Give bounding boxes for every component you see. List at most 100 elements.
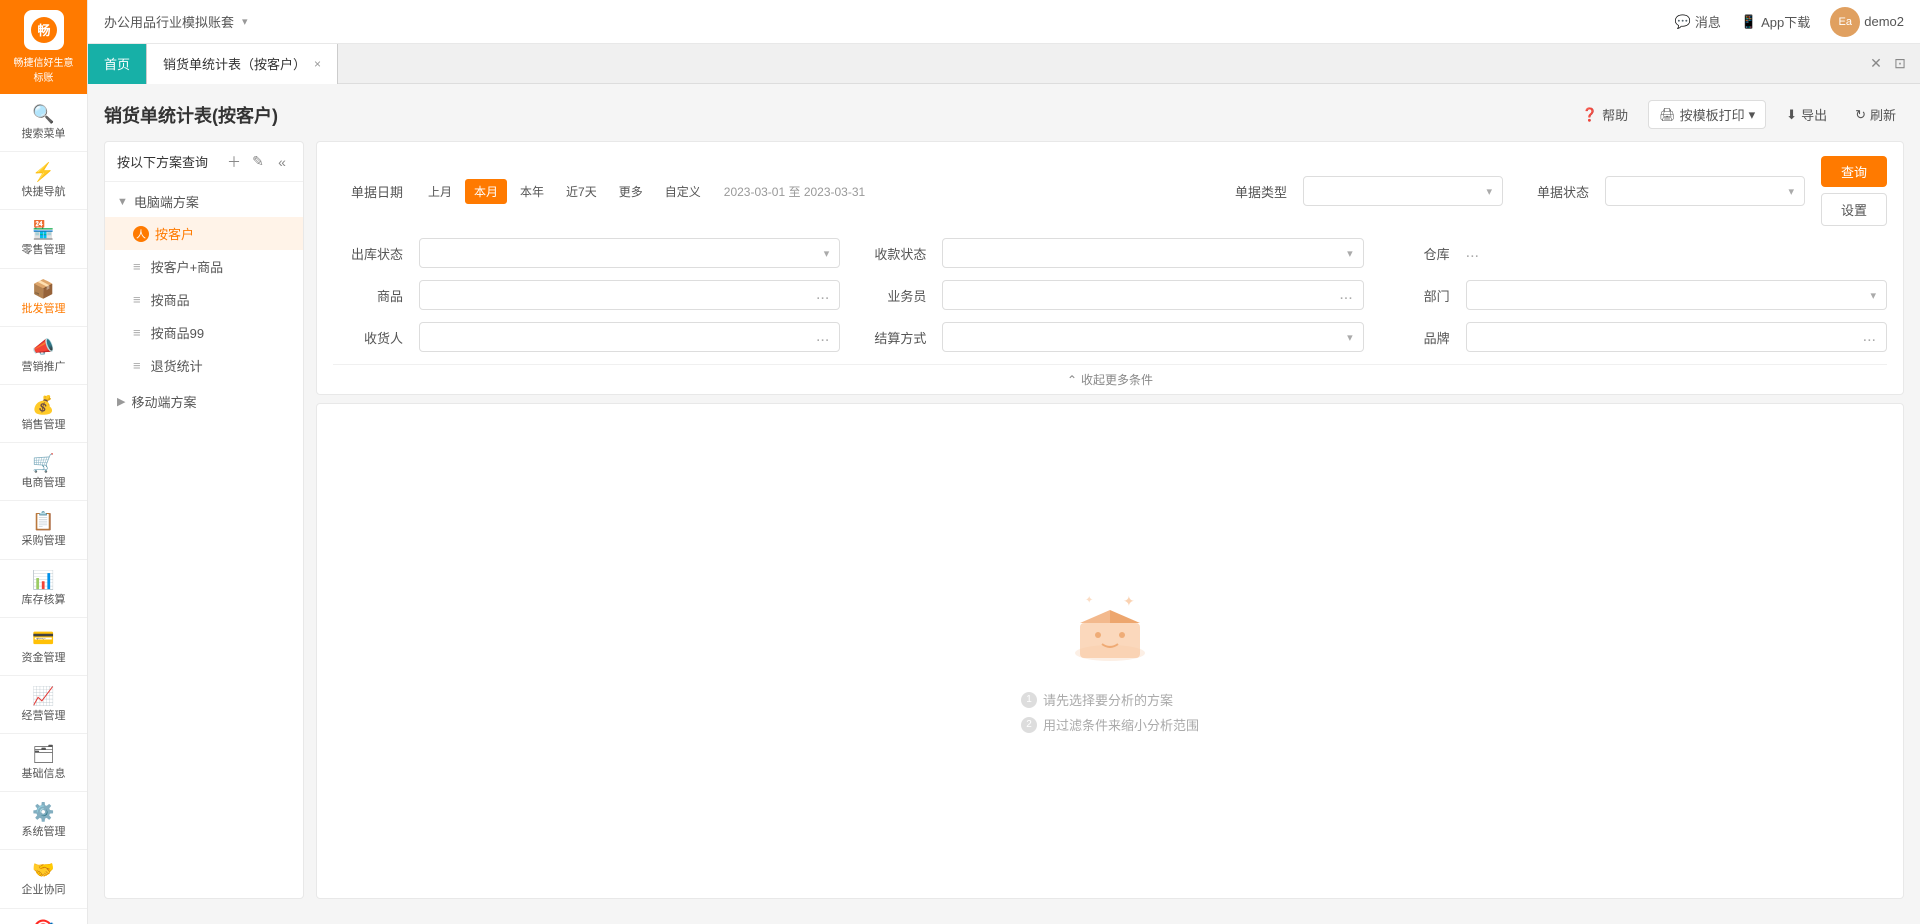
collapse-label: 收起更多条件	[1081, 371, 1153, 388]
date-tab-7days[interactable]: 近7天	[557, 179, 606, 204]
filter-row-4: 收货人 ... 结算方式 ▾	[333, 322, 1887, 352]
sidebar-item-system[interactable]: ⚙️ 系统管理	[0, 792, 87, 850]
tab-close-btn[interactable]: ×	[314, 57, 321, 71]
quick-icon: ⚡	[32, 162, 54, 183]
receipt-status-select[interactable]: ▾	[942, 238, 1363, 268]
mobile-section-label: 移动端方案	[131, 392, 196, 411]
content-area: 销货单统计表(按客户) ❓ 帮助 🖨 按模板打印 ▾ ⬇ 导出 ↻ 刷新	[88, 84, 1920, 924]
sidebar-item-marketing[interactable]: 📣 营销推广	[0, 327, 87, 385]
export-btn[interactable]: ⬇ 导出	[1778, 101, 1835, 128]
scheme-goods-label: 按商品	[151, 290, 190, 309]
pc-section-header[interactable]: ▼ 电脑端方案	[105, 186, 303, 217]
sidebar-item-newguide[interactable]: 🎯 新手引导	[0, 909, 87, 924]
order-status-select[interactable]: ▾	[1605, 176, 1805, 206]
scheme-goods99[interactable]: ≡ 按商品99	[105, 316, 303, 349]
sidebar-item-label: 企业协同	[22, 884, 66, 897]
date-control: 上月 本月 本年 近7天 更多 自定义 2023-03-01 至 2023-03…	[419, 179, 1201, 204]
message-icon: 💬	[1675, 14, 1691, 30]
enterprise-icon: 🤝	[32, 860, 54, 881]
date-tab-more[interactable]: 更多	[610, 179, 652, 204]
tab-sales-stats[interactable]: 销货单统计表（按客户） ×	[147, 44, 338, 84]
settings-button[interactable]: 设置	[1821, 193, 1887, 226]
add-scheme-btn[interactable]: ＋	[225, 153, 243, 171]
sidebar-item-search[interactable]: 🔍 搜索菜单	[0, 94, 87, 152]
warehouse-label: 仓库	[1380, 244, 1450, 263]
dept-control: ▾	[1466, 280, 1887, 310]
sidebar-item-label: 经营管理	[22, 710, 66, 723]
sidebar-item-wholesale[interactable]: 📦 批发管理	[0, 269, 87, 327]
breadcrumb-dropdown[interactable]: ▾	[242, 15, 248, 28]
username-label: demo2	[1864, 14, 1904, 29]
brand-dots[interactable]: ...	[1863, 328, 1876, 346]
sidebar-item-sales[interactable]: 💰 销售管理	[0, 385, 87, 443]
date-tab-thisyear[interactable]: 本年	[511, 179, 553, 204]
tab-home[interactable]: 首页	[88, 44, 147, 84]
payment-select[interactable]: ▾	[942, 322, 1363, 352]
receiver-select[interactable]: ...	[419, 322, 840, 352]
message-btn[interactable]: 💬 消息	[1675, 12, 1721, 31]
order-type-label: 单据类型	[1217, 182, 1287, 201]
date-tab-thismonth[interactable]: 本月	[465, 179, 507, 204]
order-status-label: 单据状态	[1519, 182, 1589, 201]
brand-select[interactable]: ...	[1466, 322, 1887, 352]
goods-dots[interactable]: ...	[816, 286, 829, 304]
sidebar-item-operation[interactable]: 📈 经营管理	[0, 676, 87, 734]
collapse-filter-btn[interactable]: ⌃ 收起更多条件	[333, 364, 1887, 394]
sidebar-item-quick[interactable]: ⚡ 快捷导航	[0, 152, 87, 210]
order-type-select[interactable]: ▾	[1303, 176, 1503, 206]
topbar-right: 💬 消息 📱 App下载 Ea demo2	[1675, 7, 1904, 37]
finance-icon: 💳	[32, 628, 54, 649]
order-type-dropdown-icon: ▾	[1486, 185, 1492, 198]
empty-illustration: ✦ ✦	[1055, 568, 1165, 678]
sidebar-item-finance[interactable]: 💳 资金管理	[0, 618, 87, 676]
svg-text:畅: 畅	[37, 23, 50, 38]
refresh-btn[interactable]: ↻ 刷新	[1847, 101, 1904, 128]
salesperson-label: 业务员	[856, 286, 926, 305]
mobile-section-header[interactable]: ▶ 移动端方案	[105, 386, 303, 417]
goods-select[interactable]: ...	[419, 280, 840, 310]
out-status-label: 出库状态	[333, 244, 403, 263]
content-body: 按以下方案查询 ＋ ✎ « ▼	[104, 141, 1904, 899]
scheme-return[interactable]: ≡ 退货统计	[105, 349, 303, 382]
order-type-control[interactable]: ▾	[1303, 176, 1503, 206]
sidebar-item-ecommerce[interactable]: 🛒 电商管理	[0, 443, 87, 501]
pc-section-label: 电脑端方案	[134, 192, 199, 211]
empty-hint-1-text: 请先选择要分析的方案	[1043, 690, 1173, 709]
receipt-status-dropdown-icon: ▾	[1347, 247, 1353, 260]
sidebar-item-retail[interactable]: 🏪 零售管理	[0, 210, 87, 268]
date-tab-lastmonth[interactable]: 上月	[419, 179, 461, 204]
out-status-control: ▾	[419, 238, 840, 268]
receiver-label: 收货人	[333, 328, 403, 347]
receiver-dots[interactable]: ...	[816, 328, 829, 346]
query-button[interactable]: 查询	[1821, 156, 1887, 187]
order-status-dropdown-icon: ▾	[1788, 185, 1794, 198]
out-status-dropdown-icon: ▾	[824, 247, 830, 260]
edit-scheme-btn[interactable]: ✎	[249, 153, 267, 171]
dept-label: 部门	[1380, 286, 1450, 305]
sidebar-item-enterprise[interactable]: 🤝 企业协同	[0, 850, 87, 908]
collapse-panel-btn[interactable]: «	[273, 153, 291, 171]
refresh-label: 刷新	[1870, 105, 1896, 124]
date-tab-custom[interactable]: 自定义	[656, 179, 710, 204]
salesperson-select[interactable]: ...	[942, 280, 1363, 310]
scheme-customer-goods[interactable]: ≡ 按客户+商品	[105, 250, 303, 283]
window-maximize-btn[interactable]: ⊡	[1892, 56, 1908, 72]
warehouse-picker[interactable]: ...	[1466, 244, 1479, 262]
sidebar-logo-text: 畅捷信好生意	[14, 54, 74, 69]
empty-hint-2: 2 用过滤条件来缩小分析范围	[1021, 715, 1199, 734]
sidebar-item-basic[interactable]: 🗂 基础信息	[0, 734, 87, 792]
scheme-customer[interactable]: 人 按客户	[105, 217, 303, 250]
sidebar-item-stock[interactable]: 📊 库存核算	[0, 560, 87, 618]
scheme-goods[interactable]: ≡ 按商品	[105, 283, 303, 316]
user-menu[interactable]: Ea demo2	[1830, 7, 1904, 37]
dept-select[interactable]: ▾	[1466, 280, 1887, 310]
out-status-select[interactable]: ▾	[419, 238, 840, 268]
app-download-btn[interactable]: 📱 App下载	[1741, 12, 1810, 31]
sidebar-item-purchase[interactable]: 📋 采购管理	[0, 501, 87, 559]
sidebar-item-label: 营销推广	[22, 361, 66, 374]
help-btn[interactable]: ❓ 帮助	[1574, 101, 1636, 128]
print-btn[interactable]: 🖨 按模板打印 ▾	[1648, 100, 1766, 129]
pc-schemes-section: ▼ 电脑端方案 人 按客户 ≡ 按客户+商品 ≡ 按商品	[105, 182, 303, 386]
salesperson-dots[interactable]: ...	[1339, 286, 1352, 304]
window-close-btn[interactable]: ✕	[1868, 56, 1884, 72]
